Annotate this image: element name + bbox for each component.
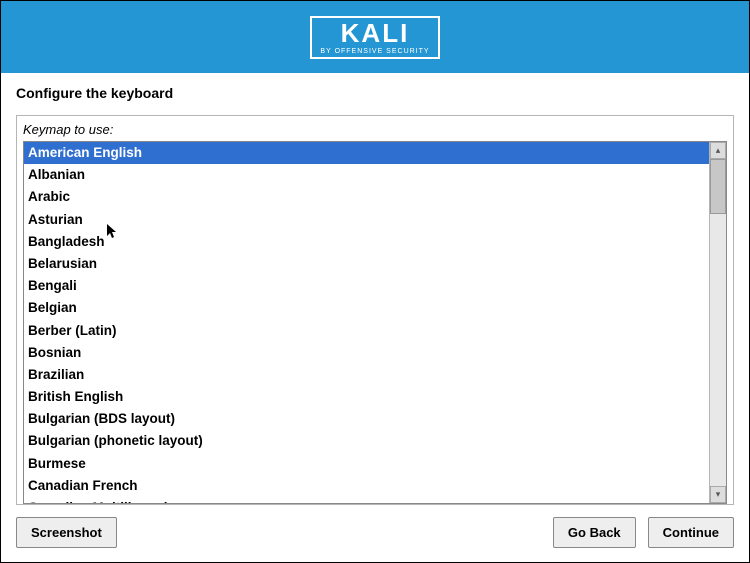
- scrollbar[interactable]: ▴ ▾: [709, 142, 726, 503]
- list-item[interactable]: Bengali: [24, 275, 709, 297]
- logo-subtitle: BY OFFENSIVE SECURITY: [320, 48, 429, 55]
- keymap-list[interactable]: American EnglishAlbanianArabicAsturianBa…: [24, 142, 709, 503]
- list-item[interactable]: Bulgarian (BDS layout): [24, 408, 709, 430]
- scroll-down-icon[interactable]: ▾: [710, 486, 726, 503]
- logo-text: KALI: [341, 20, 410, 46]
- header-banner: KALI BY OFFENSIVE SECURITY: [1, 1, 749, 73]
- list-item[interactable]: British English: [24, 386, 709, 408]
- scroll-thumb[interactable]: [710, 159, 726, 214]
- list-item[interactable]: American English: [24, 142, 709, 164]
- list-item[interactable]: Bangladesh: [24, 231, 709, 253]
- list-item[interactable]: Arabic: [24, 186, 709, 208]
- continue-button[interactable]: Continue: [648, 517, 734, 548]
- scroll-up-icon[interactable]: ▴: [710, 142, 726, 159]
- go-back-button[interactable]: Go Back: [553, 517, 636, 548]
- list-item[interactable]: Belarusian: [24, 253, 709, 275]
- keymap-panel: Keymap to use: American EnglishAlbanianA…: [16, 115, 734, 505]
- list-item[interactable]: Belgian: [24, 297, 709, 319]
- page-title: Configure the keyboard: [16, 85, 734, 101]
- list-item[interactable]: Berber (Latin): [24, 320, 709, 342]
- list-item[interactable]: Bosnian: [24, 342, 709, 364]
- footer: Screenshot Go Back Continue: [1, 505, 749, 560]
- list-item[interactable]: Asturian: [24, 209, 709, 231]
- list-item[interactable]: Burmese: [24, 453, 709, 475]
- screenshot-button[interactable]: Screenshot: [16, 517, 117, 548]
- list-item[interactable]: Bulgarian (phonetic layout): [24, 430, 709, 452]
- kali-logo: KALI BY OFFENSIVE SECURITY: [310, 16, 439, 59]
- list-item[interactable]: Canadian Multilingual: [24, 497, 709, 503]
- list-item[interactable]: Canadian French: [24, 475, 709, 497]
- keymap-list-container: American EnglishAlbanianArabicAsturianBa…: [23, 141, 727, 504]
- keymap-label: Keymap to use:: [23, 122, 727, 137]
- list-item[interactable]: Brazilian: [24, 364, 709, 386]
- list-item[interactable]: Albanian: [24, 164, 709, 186]
